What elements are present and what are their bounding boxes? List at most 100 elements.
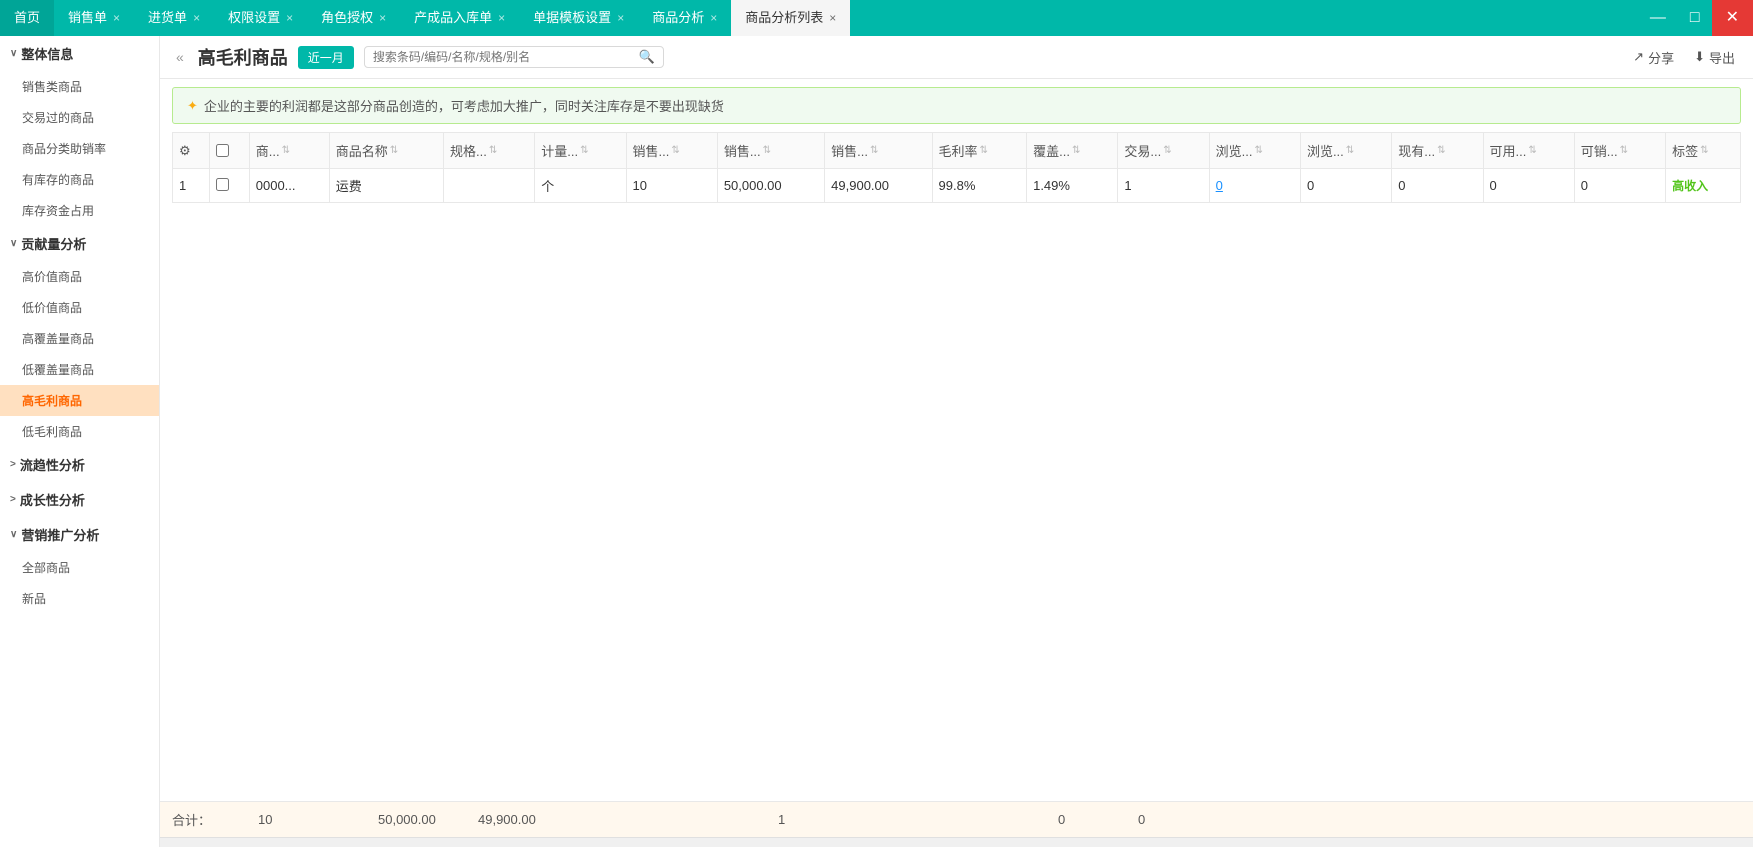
nav-item-销售单[interactable]: 销售单× xyxy=(54,0,134,36)
sidebar-item-库存资金占用[interactable]: 库存资金占用 xyxy=(0,195,159,226)
share-button[interactable]: ↗ 分享 xyxy=(1627,45,1680,70)
sort-icon-availableStock[interactable]: ⇅ xyxy=(1528,145,1536,156)
col-label-availableStock: 可用... xyxy=(1490,141,1527,160)
cell-checkbox[interactable] xyxy=(210,169,249,203)
sidebar-item-低毛利商品[interactable]: 低毛利商品 xyxy=(0,416,159,447)
sort-icon-grossRate[interactable]: ⇅ xyxy=(980,145,988,156)
col-label-browse1: 浏览... xyxy=(1216,141,1253,160)
col-header-code[interactable]: 商...⇅ xyxy=(249,133,329,169)
nav-close-进货单[interactable]: × xyxy=(193,0,200,36)
nav-item-首页[interactable]: 首页 xyxy=(0,0,54,36)
col-header-saleQty[interactable]: 销售...⇅ xyxy=(626,133,717,169)
nav-close-角色授权[interactable]: × xyxy=(379,0,386,36)
cell-transaction: 1 xyxy=(1118,169,1209,203)
sidebar-item-高价值商品[interactable]: 高价值商品 xyxy=(0,261,159,292)
sort-icon-transaction[interactable]: ⇅ xyxy=(1163,145,1171,156)
col-header-saleProfit[interactable]: 销售...⇅ xyxy=(825,133,932,169)
minimize-button[interactable]: — xyxy=(1638,0,1678,36)
sidebar-item-有库存的商品[interactable]: 有库存的商品 xyxy=(0,164,159,195)
header-actions: ↗ 分享 ⬇ 导出 xyxy=(1627,45,1741,70)
sort-icon-currentStock[interactable]: ⇅ xyxy=(1437,145,1445,156)
col-header-currentStock[interactable]: 现有...⇅ xyxy=(1392,133,1483,169)
search-icon[interactable]: 🔍 xyxy=(639,49,655,65)
sort-icon-name[interactable]: ⇅ xyxy=(390,145,398,156)
sidebar-item-高毛利商品[interactable]: 高毛利商品 xyxy=(0,385,159,416)
data-table: ⚙商...⇅商品名称⇅规格...⇅计量...⇅销售...⇅销售...⇅销售...… xyxy=(172,132,1741,203)
search-input[interactable] xyxy=(373,50,639,64)
sidebar-section-成长性分析[interactable]: >成长性分析 xyxy=(0,482,159,517)
sidebar-item-交易过的商品[interactable]: 交易过的商品 xyxy=(0,102,159,133)
sidebar-item-销售类商品[interactable]: 销售类商品 xyxy=(0,71,159,102)
sort-icon-coverage[interactable]: ⇅ xyxy=(1072,145,1080,156)
sort-icon-unit[interactable]: ⇅ xyxy=(580,145,588,156)
col-header-coverage[interactable]: 覆盖...⇅ xyxy=(1027,133,1118,169)
footer-available-stock: 0 xyxy=(1132,812,1212,827)
nav-item-产成品入库单[interactable]: 产成品入库单× xyxy=(400,0,519,36)
nav-close-权限设置[interactable]: × xyxy=(286,0,293,36)
col-header-name[interactable]: 商品名称⇅ xyxy=(329,133,443,169)
share-label: 分享 xyxy=(1648,48,1674,67)
cell-saleableStock: 0 xyxy=(1574,169,1665,203)
sidebar-section-营销推广分析[interactable]: ∨营销推广分析 xyxy=(0,517,159,552)
sort-icon-saleQty[interactable]: ⇅ xyxy=(671,145,679,156)
sort-icon-browse1[interactable]: ⇅ xyxy=(1255,145,1263,156)
sort-icon-browse2[interactable]: ⇅ xyxy=(1346,145,1354,156)
footer-sale-amount: 50,000.00 xyxy=(372,812,472,827)
col-label-spec: 规格... xyxy=(450,141,487,160)
collapse-button[interactable]: « xyxy=(172,47,188,67)
nav-close-产成品入库单[interactable]: × xyxy=(498,0,505,36)
nav-item-单据模板设置[interactable]: 单据模板设置× xyxy=(519,0,638,36)
nav-item-商品分析[interactable]: 商品分析× xyxy=(638,0,731,36)
nav-item-角色授权[interactable]: 角色授权× xyxy=(307,0,400,36)
col-header-spec[interactable]: 规格...⇅ xyxy=(443,133,534,169)
col-header-unit[interactable]: 计量...⇅ xyxy=(535,133,626,169)
tip-icon: ✦ xyxy=(187,98,198,114)
sidebar-section-贡献量分析[interactable]: ∨贡献量分析 xyxy=(0,226,159,261)
nav-item-权限设置[interactable]: 权限设置× xyxy=(214,0,307,36)
sidebar-item-商品分类助销率[interactable]: 商品分类助销率 xyxy=(0,133,159,164)
col-header-browse1[interactable]: 浏览...⇅ xyxy=(1209,133,1300,169)
cell-saleQty: 10 xyxy=(626,169,717,203)
sidebar-item-新品[interactable]: 新品 xyxy=(0,583,159,614)
select-all-checkbox[interactable] xyxy=(216,144,229,157)
sort-icon-saleAmount[interactable]: ⇅ xyxy=(763,145,771,156)
sort-icon-code[interactable]: ⇅ xyxy=(282,145,290,156)
col-header-transaction[interactable]: 交易...⇅ xyxy=(1118,133,1209,169)
col-header-tag[interactable]: 标签⇅ xyxy=(1666,133,1741,169)
row-checkbox[interactable] xyxy=(216,178,229,191)
cell-name: 运费 xyxy=(329,169,443,203)
sort-icon-saleableStock[interactable]: ⇅ xyxy=(1620,145,1628,156)
footer-sale-qty: 10 xyxy=(252,812,372,827)
sort-icon-saleProfit[interactable]: ⇅ xyxy=(870,145,878,156)
nav-close-销售单[interactable]: × xyxy=(113,0,120,36)
col-header-checkbox[interactable] xyxy=(210,133,249,169)
export-button[interactable]: ⬇ 导出 xyxy=(1688,45,1741,70)
col-header-grossRate[interactable]: 毛利率⇅ xyxy=(932,133,1027,169)
maximize-button[interactable]: □ xyxy=(1678,0,1712,36)
bottom-scrollbar[interactable] xyxy=(160,837,1753,847)
footer-transaction: 1 xyxy=(772,812,852,827)
sidebar-item-高覆盖量商品[interactable]: 高覆盖量商品 xyxy=(0,323,159,354)
sort-icon-spec[interactable]: ⇅ xyxy=(489,145,497,156)
sidebar-item-低覆盖量商品[interactable]: 低覆盖量商品 xyxy=(0,354,159,385)
nav-close-商品分析[interactable]: × xyxy=(710,0,717,36)
nav-item-商品分析列表[interactable]: 商品分析列表× xyxy=(731,0,850,36)
col-header-browse2[interactable]: 浏览...⇅ xyxy=(1300,133,1391,169)
sidebar-item-低价值商品[interactable]: 低价值商品 xyxy=(0,292,159,323)
time-filter-button[interactable]: 近一月 xyxy=(298,46,354,69)
tip-text: 企业的主要的利润都是这部分商品创造的，可考虑加大推广，同时关注库存是不要出现缺货 xyxy=(204,96,724,115)
cell-browse1[interactable]: 0 xyxy=(1209,169,1300,203)
nav-item-进货单[interactable]: 进货单× xyxy=(134,0,214,36)
sidebar-item-全部商品[interactable]: 全部商品 xyxy=(0,552,159,583)
nav-close-商品分析列表[interactable]: × xyxy=(829,0,836,36)
sort-icon-tag[interactable]: ⇅ xyxy=(1700,145,1708,156)
nav-close-单据模板设置[interactable]: × xyxy=(617,0,624,36)
sidebar-section-流趋性分析[interactable]: >流趋性分析 xyxy=(0,447,159,482)
sidebar-section-整体信息[interactable]: ∨整体信息 xyxy=(0,36,159,71)
col-header-saleAmount[interactable]: 销售...⇅ xyxy=(717,133,824,169)
close-button[interactable]: ✕ xyxy=(1712,0,1753,36)
col-label-saleProfit: 销售... xyxy=(831,141,868,160)
col-header-settings[interactable]: ⚙ xyxy=(173,133,210,169)
col-header-saleableStock[interactable]: 可销...⇅ xyxy=(1574,133,1665,169)
col-header-availableStock[interactable]: 可用...⇅ xyxy=(1483,133,1574,169)
